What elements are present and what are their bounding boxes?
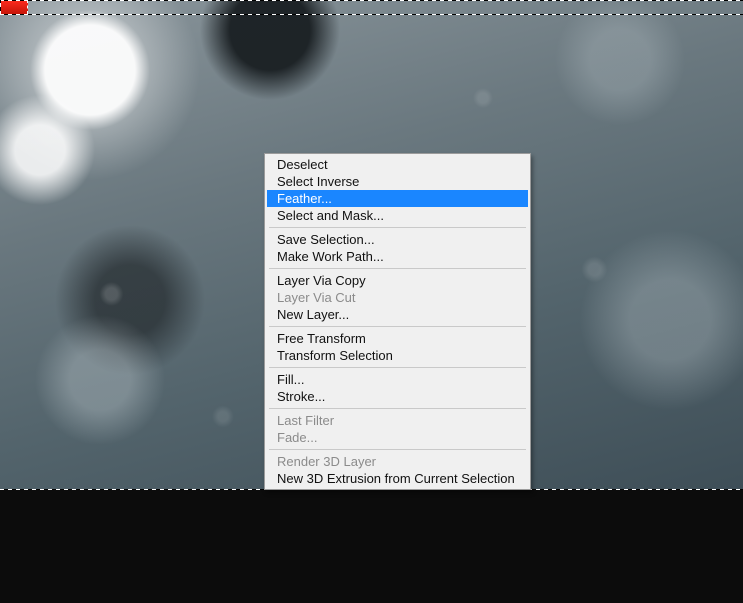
selection-marker-corner [0, 0, 28, 14]
menu-item-select-and-mask[interactable]: Select and Mask... [267, 207, 528, 224]
menu-item-layer-via-copy[interactable]: Layer Via Copy [267, 272, 528, 289]
menu-item-render-3d-layer: Render 3D Layer [267, 453, 528, 470]
menu-separator [269, 326, 526, 327]
menu-item-deselect[interactable]: Deselect [267, 156, 528, 173]
menu-item-select-inverse[interactable]: Select Inverse [267, 173, 528, 190]
menu-item-fade: Fade... [267, 429, 528, 446]
menu-item-fill[interactable]: Fill... [267, 371, 528, 388]
menu-separator [269, 367, 526, 368]
menu-item-save-selection[interactable]: Save Selection... [267, 231, 528, 248]
menu-item-transform-selection[interactable]: Transform Selection [267, 347, 528, 364]
selection-context-menu: DeselectSelect InverseFeather...Select a… [264, 153, 531, 490]
menu-item-free-transform[interactable]: Free Transform [267, 330, 528, 347]
menu-separator [269, 268, 526, 269]
menu-item-feather[interactable]: Feather... [267, 190, 528, 207]
menu-separator [269, 449, 526, 450]
menu-separator [269, 227, 526, 228]
menu-item-make-work-path[interactable]: Make Work Path... [267, 248, 528, 265]
menu-item-layer-via-cut: Layer Via Cut [267, 289, 528, 306]
editor-canvas[interactable]: DeselectSelect InverseFeather...Select a… [0, 0, 743, 603]
menu-item-stroke[interactable]: Stroke... [267, 388, 528, 405]
menu-separator [269, 408, 526, 409]
menu-item-last-filter: Last Filter [267, 412, 528, 429]
menu-item-new-3d-extrusion[interactable]: New 3D Extrusion from Current Selection [267, 470, 528, 487]
menu-item-new-layer[interactable]: New Layer... [267, 306, 528, 323]
